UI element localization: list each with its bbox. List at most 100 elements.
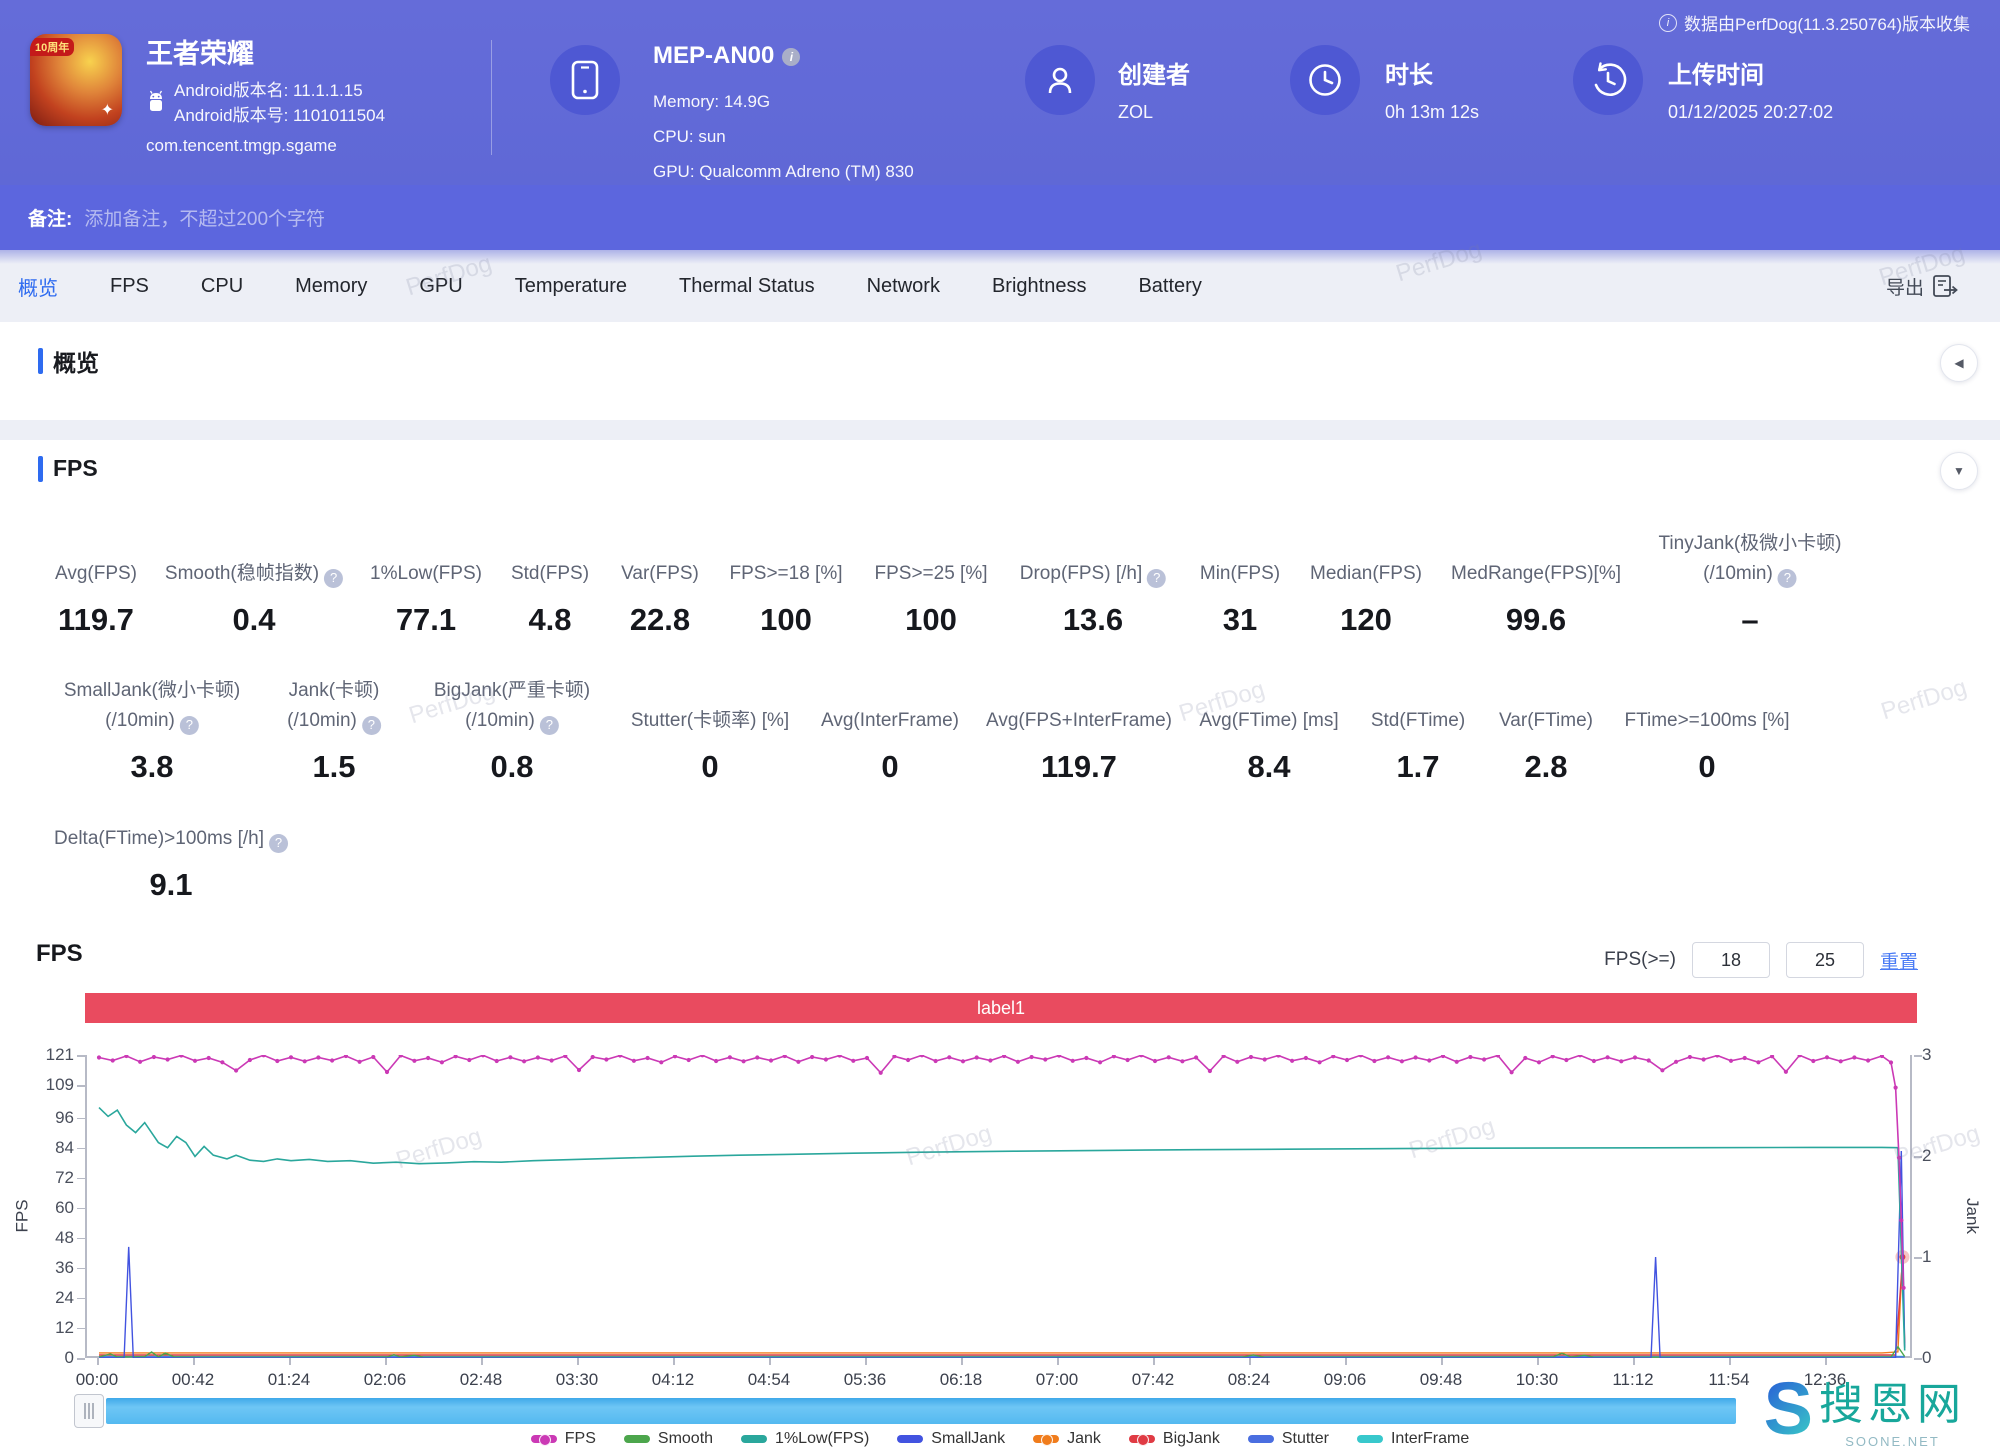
fps-dot <box>714 1058 719 1064</box>
overview-collapse-button[interactable]: ◀ <box>1940 344 1978 382</box>
device-specs: Memory: 14.9G CPU: sun GPU: Qualcomm Adr… <box>653 84 914 189</box>
fps-dot <box>480 1055 486 1058</box>
legend-item-smooth[interactable]: Smooth <box>623 1430 713 1448</box>
y-tick-right: 3 <box>1922 1045 1932 1064</box>
fps-dot <box>1207 1068 1212 1074</box>
metric-jank: Jank(卡顿) (/10min)? 1.5 <box>287 672 381 785</box>
legend-item-fps[interactable]: FPS <box>530 1430 596 1448</box>
fps-dot <box>947 1055 952 1060</box>
metric-drop-fps: Drop(FPS) [/h]? 13.6 <box>1020 525 1167 638</box>
duration-icon-circle <box>1290 45 1360 115</box>
chart-scrollbar-handle[interactable] <box>74 1394 104 1428</box>
tab-fps[interactable]: FPS <box>110 275 149 298</box>
fps-dot <box>1098 1060 1103 1065</box>
tab-memory[interactable]: Memory <box>295 275 367 298</box>
fps-dot <box>1468 1055 1473 1060</box>
tab-overview[interactable]: 概览 <box>18 272 58 301</box>
app-icon: 10周年 ✦ <box>30 34 122 126</box>
metric-value: 0.4 <box>232 602 276 637</box>
fps-dot <box>234 1068 239 1073</box>
chart-label-band: label1 <box>85 993 1917 1023</box>
y-tick-mark <box>77 1297 85 1300</box>
fps-dot <box>631 1058 637 1063</box>
y-tick-mark <box>77 1327 85 1330</box>
fps-dot <box>659 1060 664 1065</box>
note-bar[interactable]: 备注: 添加备注，不超过200个字符 <box>0 185 2000 250</box>
fps-dot <box>439 1060 444 1065</box>
x-tick-label: 00:42 <box>171 1370 215 1389</box>
reset-button[interactable]: 重置 <box>1880 947 1918 974</box>
x-tick-label: 00:00 <box>75 1370 119 1389</box>
fps-dot <box>1454 1059 1459 1064</box>
legend-item-jank[interactable]: Jank <box>1033 1430 1101 1448</box>
fps-dot <box>96 1055 102 1060</box>
fps-threshold-label: FPS(>=) <box>1604 949 1676 970</box>
metric-smalljank: SmallJank(微小卡顿) (/10min)? 3.8 <box>64 672 240 785</box>
fps-dot <box>1756 1060 1761 1065</box>
help-icon[interactable]: ? <box>268 833 288 853</box>
legend-item-bigjank[interactable]: BigJank <box>1128 1430 1220 1448</box>
fps-dot <box>1248 1055 1254 1060</box>
tab-temperature[interactable]: Temperature <box>515 275 627 298</box>
legend-label: FPS <box>564 1430 596 1447</box>
y-tick-mark <box>1914 1055 1922 1057</box>
android-version-code: Android版本号: 1101011504 <box>174 106 386 125</box>
x-tick-mark <box>1537 1358 1539 1365</box>
fps-dot <box>1866 1058 1871 1063</box>
export-icon <box>1933 275 1958 297</box>
note-placeholder[interactable]: 添加备注，不超过200个字符 <box>84 204 325 231</box>
legend-swatch <box>897 1435 924 1443</box>
help-icon[interactable]: ? <box>324 568 344 588</box>
x-tick-mark <box>961 1358 963 1365</box>
help-icon[interactable]: ? <box>361 715 381 735</box>
help-icon[interactable]: ? <box>179 715 199 735</box>
help-icon[interactable]: ? <box>1777 568 1797 588</box>
legend-item-stutter[interactable]: Stutter <box>1247 1430 1329 1448</box>
fps-dot <box>535 1055 540 1060</box>
y-tick-left: 36 <box>55 1257 74 1277</box>
fps-threshold-input-2[interactable] <box>1785 942 1864 978</box>
fps-dot <box>1111 1055 1116 1059</box>
legend-item-smalljank[interactable]: SmallJank <box>897 1430 1005 1448</box>
tab-thermal-status[interactable]: Thermal Status <box>679 275 815 298</box>
metric-ftime-ge100: FTime>=100ms [%] 0 <box>1624 672 1789 785</box>
fps-dot <box>1591 1058 1596 1064</box>
fps-dot <box>1838 1059 1843 1064</box>
metric-value: 100 <box>905 602 957 637</box>
fps-dot <box>302 1059 307 1064</box>
y-tick-mark <box>77 1055 85 1057</box>
fps-dot <box>823 1057 829 1062</box>
header-divider <box>491 40 492 155</box>
metric-label: Median(FPS) <box>1310 563 1422 584</box>
info-icon: i <box>1659 13 1678 32</box>
help-icon[interactable]: ? <box>1147 568 1167 588</box>
tab-battery[interactable]: Battery <box>1138 275 1201 298</box>
legend-item-interframe[interactable]: InterFrame <box>1356 1430 1469 1448</box>
fps-threshold-input-1[interactable] <box>1691 942 1770 978</box>
y-tick-left: 12 <box>55 1317 74 1337</box>
help-icon[interactable]: ? <box>539 715 559 735</box>
fps-chart-svg <box>96 1055 1910 1358</box>
fps-dot <box>1482 1057 1487 1062</box>
fps-chart-plot[interactable] <box>85 1055 1912 1358</box>
metric-label: TinyJank(极微小卡顿) (/10min)? <box>1659 525 1841 589</box>
x-tick-mark <box>865 1358 867 1365</box>
tab-network[interactable]: Network <box>867 275 940 298</box>
tab-brightness[interactable]: Brightness <box>992 275 1087 298</box>
device-info-icon[interactable]: i <box>782 48 801 66</box>
legend-item-1-low-fps-[interactable]: 1%Low(FPS) <box>741 1430 869 1448</box>
fps-collapse-button[interactable]: ▼ <box>1940 452 1978 490</box>
history-clock-icon <box>1594 62 1627 96</box>
chart-scrollbar-track[interactable] <box>106 1398 1736 1424</box>
metric-value: 13.6 <box>1062 602 1124 637</box>
x-tick-mark <box>1441 1358 1443 1365</box>
metric-label: Avg(InterFrame) <box>821 710 959 731</box>
overview-card: 概览 ◀ <box>0 322 2000 420</box>
x-tick-mark <box>1633 1358 1635 1365</box>
tab-cpu[interactable]: CPU <box>201 275 243 298</box>
x-tick-mark <box>1249 1358 1251 1365</box>
y-tick-mark <box>77 1237 85 1240</box>
metric-std-ftime: Std(FTime) 1.7 <box>1371 672 1465 785</box>
metric-value: 1.5 <box>312 749 356 784</box>
x-tick-label: 08:24 <box>1227 1370 1271 1389</box>
